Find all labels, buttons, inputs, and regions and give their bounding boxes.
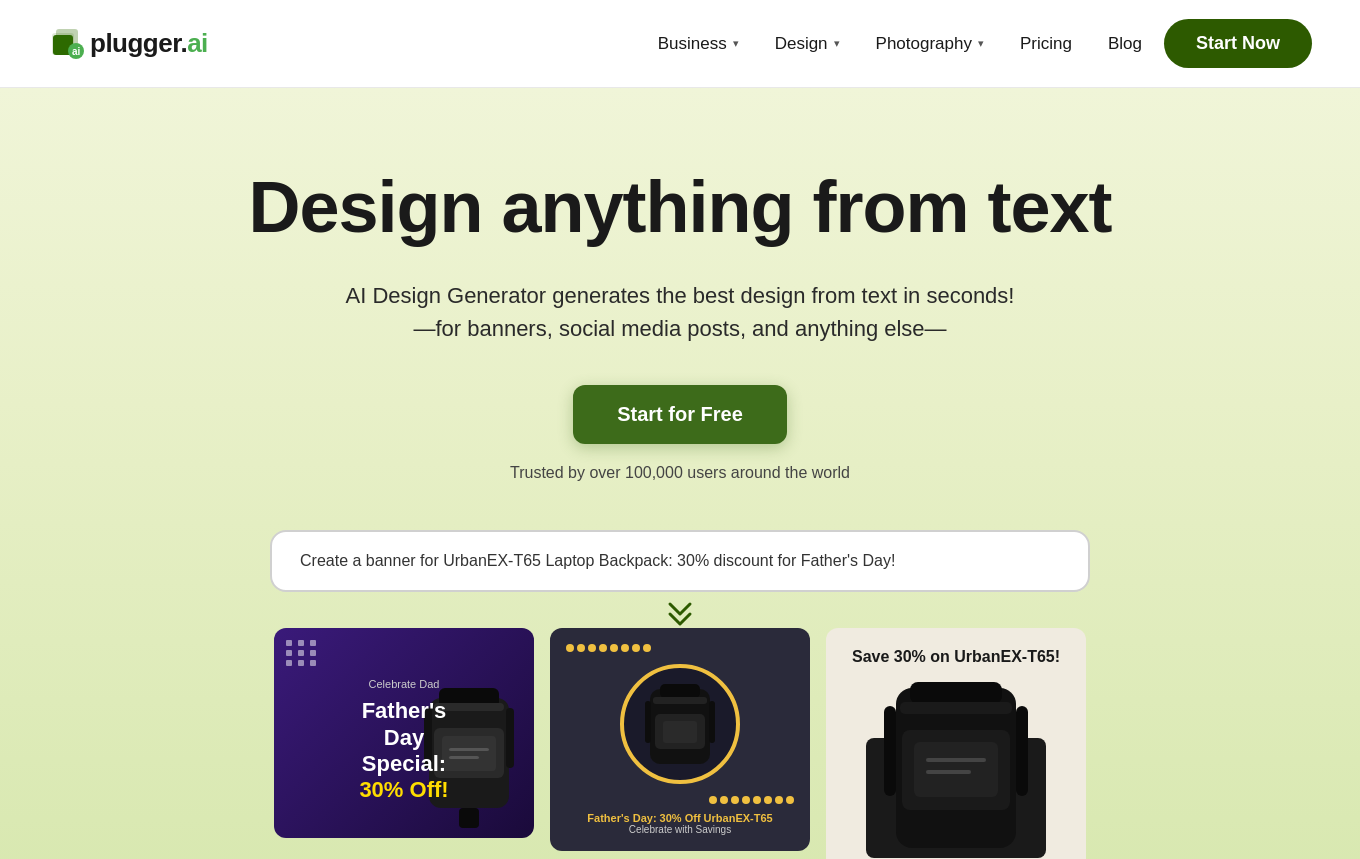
svg-rect-16 [660, 684, 700, 698]
nav-item-design[interactable]: Design ▾ [761, 26, 854, 62]
banner-1-title: Father's Day Special: 30% Off! [294, 698, 514, 804]
prompt-box[interactable]: Create a banner for UrbanEX-T65 Laptop B… [270, 530, 1090, 592]
chevron-down-icon: ▾ [834, 37, 840, 50]
logo-link[interactable]: ai plugger.ai [48, 25, 208, 63]
hero-title: Design anything from text [248, 168, 1111, 247]
banner-2-subtext: Celebrate with Savings [629, 824, 731, 835]
prompt-text: Create a banner for UrbanEX-T65 Laptop B… [300, 552, 895, 569]
svg-rect-31 [1016, 706, 1028, 796]
nav-link-photography[interactable]: Photography ▾ [862, 26, 998, 62]
nav-item-blog[interactable]: Blog [1094, 26, 1156, 62]
svg-rect-17 [653, 697, 707, 704]
nav-cta-button[interactable]: Start Now [1164, 19, 1312, 68]
nav-item-pricing[interactable]: Pricing [1006, 26, 1086, 62]
nav-link-pricing[interactable]: Pricing [1006, 26, 1086, 62]
dots-bottom-icon [709, 796, 794, 804]
nav-item-business[interactable]: Business ▾ [644, 26, 753, 62]
down-arrows [270, 596, 1090, 640]
svg-rect-21 [709, 701, 715, 743]
demo-container: Create a banner for UrbanEX-T65 Laptop B… [270, 530, 1090, 859]
svg-rect-28 [926, 758, 986, 762]
hero-cta-button[interactable]: Start for Free [573, 385, 787, 444]
svg-rect-19 [663, 721, 697, 743]
dots-top-icon [566, 644, 651, 652]
nav-item-cta[interactable]: Start Now [1164, 19, 1312, 68]
svg-rect-25 [900, 702, 1012, 714]
banner-1-content: Celebrate Dad Father's Day Special: 30% … [294, 678, 514, 804]
nav-links: Business ▾ Design ▾ Photography ▾ Pricin… [644, 19, 1312, 68]
svg-text:ai: ai [72, 46, 81, 57]
banners-row: Celebrate Dad Father's Day Special: 30% … [270, 628, 1090, 859]
trusted-text: Trusted by over 100,000 users around the… [510, 464, 850, 482]
hero-subtitle: AI Design Generator generates the best d… [346, 279, 1015, 345]
banner-1-celebrate: Celebrate Dad [294, 678, 514, 690]
banner-card-light: Save 30% on UrbanEX-T65! [826, 628, 1086, 859]
grid-dots-icon [286, 640, 318, 666]
svg-rect-30 [884, 706, 896, 796]
svg-rect-27 [914, 742, 998, 797]
banner-card-purple: Celebrate Dad Father's Day Special: 30% … [274, 628, 534, 838]
nav-link-blog[interactable]: Blog [1094, 26, 1156, 62]
nav-link-business[interactable]: Business ▾ [644, 26, 753, 62]
chevron-arrows-icon [658, 596, 702, 640]
logo-text: plugger.ai [90, 28, 208, 59]
svg-rect-29 [926, 770, 971, 774]
nav-item-photography[interactable]: Photography ▾ [862, 26, 998, 62]
banner-3-title: Save 30% on UrbanEX-T65! [846, 648, 1066, 666]
svg-rect-20 [645, 701, 651, 743]
banner-2-text: Father's Day: 30% Off UrbanEX-T65 [587, 812, 772, 824]
banner-3-backpack [846, 678, 1066, 858]
navbar: ai plugger.ai Business ▾ Design ▾ Photog… [0, 0, 1360, 88]
chevron-down-icon: ▾ [733, 37, 739, 50]
banner-card-circle: Father's Day: 30% Off UrbanEX-T65 Celebr… [550, 628, 810, 851]
circle-frame [620, 664, 740, 784]
svg-rect-12 [459, 808, 479, 828]
logo-icon: ai [48, 25, 86, 63]
banner-2-backpack [635, 679, 725, 769]
hero-section: Design anything from text AI Design Gene… [0, 88, 1360, 859]
svg-rect-24 [910, 682, 1002, 704]
nav-link-design[interactable]: Design ▾ [761, 26, 854, 62]
chevron-down-icon: ▾ [978, 37, 984, 50]
